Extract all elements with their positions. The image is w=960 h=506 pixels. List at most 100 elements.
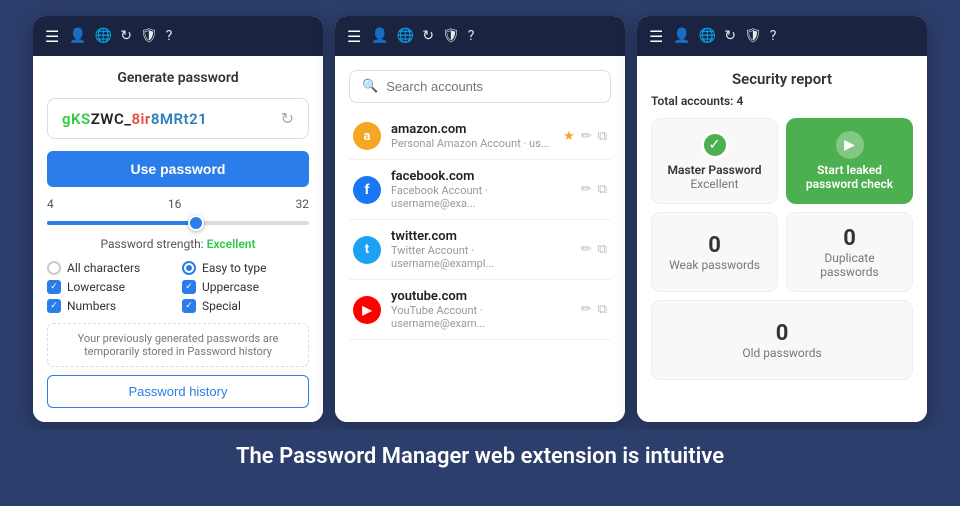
help-icon: ? [166, 28, 173, 44]
globe-icon-3: 🌐 [699, 28, 716, 44]
hamburger-icon-2[interactable]: ☰ [347, 27, 361, 46]
checkbox-lowercase[interactable]: ✓ [47, 280, 61, 294]
slider-track [47, 221, 309, 225]
facebook-copy-icon[interactable]: ⧉ [598, 182, 607, 197]
option-lowercase-label: Lowercase [67, 280, 125, 294]
option-numbers-label: Numbers [67, 299, 116, 313]
amazon-logo: a [353, 122, 381, 150]
total-accounts-value: 4 [736, 94, 743, 108]
facebook-info: facebook.com Facebook Account · username… [391, 169, 571, 210]
password-blue: 8MRt21 [151, 110, 207, 128]
master-password-sublabel: Excellent [690, 177, 738, 191]
facebook-edit-icon[interactable]: ✏ [581, 182, 592, 197]
account-item-facebook[interactable]: f facebook.com Facebook Account · userna… [349, 160, 611, 220]
password-strength: Password strength: Excellent [47, 237, 309, 251]
option-easy-to-type-label: Easy to type [202, 261, 267, 275]
total-accounts-label: Total accounts: [651, 94, 733, 108]
leaked-password-card[interactable]: ▶ Start leaked password check [786, 118, 913, 204]
user-icon: 👤 [69, 28, 86, 44]
checkbox-uppercase[interactable]: ✓ [182, 280, 196, 294]
panel2-header-icons: 👤 🌐 ↻ 🛡 ? [371, 28, 474, 44]
panel2-header: ☰ 👤 🌐 ↻ 🛡 ? [335, 16, 625, 56]
weak-passwords-card[interactable]: 0 Weak passwords [651, 212, 778, 292]
panel2-body: 🔍 a amazon.com Personal Amazon Account ·… [335, 56, 625, 422]
banner-text: The Password Manager web extension is in… [236, 444, 724, 469]
youtube-actions: ✏ ⧉ [581, 302, 607, 317]
option-all-characters[interactable]: All characters [47, 261, 174, 275]
option-uppercase[interactable]: ✓ Uppercase [182, 280, 309, 294]
password-history-button[interactable]: Password history [47, 375, 309, 408]
bottom-banner: The Password Manager web extension is in… [0, 430, 960, 483]
duplicate-count: 0 [843, 226, 856, 251]
youtube-logo: ▶ [353, 296, 381, 324]
amazon-edit-icon[interactable]: ✏ [581, 129, 592, 144]
youtube-edit-icon[interactable]: ✏ [581, 302, 592, 317]
total-accounts: Total accounts: 4 [651, 94, 913, 108]
youtube-info: youtube.com YouTube Account · username@e… [391, 289, 571, 330]
search-input[interactable] [386, 79, 598, 94]
youtube-detail: YouTube Account · username@exam... [391, 304, 571, 330]
youtube-copy-icon[interactable]: ⧉ [598, 302, 607, 317]
checkbox-numbers[interactable]: ✓ [47, 299, 61, 313]
account-item-twitter[interactable]: t twitter.com Twitter Account · username… [349, 220, 611, 280]
account-item-youtube[interactable]: ▶ youtube.com YouTube Account · username… [349, 280, 611, 340]
old-passwords-label: Old passwords [742, 346, 821, 360]
panel3-header-icons: 👤 🌐 ↻ 🛡 ? [673, 28, 776, 44]
old-passwords-card[interactable]: 0 Old passwords [651, 300, 913, 380]
panel1-header-icons: 👤 🌐 ↻ 🛡 ? [69, 28, 172, 44]
password-text: gKSZWC_8ir8MRt21 [62, 110, 207, 128]
use-password-button[interactable]: Use password [47, 151, 309, 187]
hamburger-icon-3[interactable]: ☰ [649, 27, 663, 46]
password-black1: ZWC_ [91, 110, 132, 128]
panel-security-report: ☰ 👤 🌐 ↻ 🛡 ? Security report Total accoun… [637, 16, 927, 422]
option-numbers[interactable]: ✓ Numbers [47, 299, 174, 313]
refresh-header-icon-2: ↻ [422, 28, 434, 44]
panel3-header: ☰ 👤 🌐 ↻ 🛡 ? [637, 16, 927, 56]
history-note: Your previously generated passwords are … [47, 323, 309, 367]
refresh-header-icon-3: ↻ [724, 28, 736, 44]
checkbox-special[interactable]: ✓ [182, 299, 196, 313]
amazon-info: amazon.com Personal Amazon Account · us.… [391, 122, 553, 150]
globe-icon: 🌐 [95, 28, 112, 44]
amazon-copy-icon[interactable]: ⧉ [598, 129, 607, 144]
length-slider[interactable] [47, 213, 309, 233]
option-uppercase-label: Uppercase [202, 280, 259, 294]
master-check-icon: ✓ [701, 131, 729, 159]
option-easy-to-type[interactable]: Easy to type [182, 261, 309, 275]
panel-search-accounts: ☰ 👤 🌐 ↻ 🛡 ? 🔍 a amazon.com [335, 16, 625, 422]
youtube-name: youtube.com [391, 289, 571, 304]
master-password-label: Master Password [668, 163, 762, 177]
twitter-name: twitter.com [391, 229, 571, 244]
security-title: Security report [651, 70, 913, 88]
hamburger-icon[interactable]: ☰ [45, 27, 59, 46]
twitter-copy-icon[interactable]: ⧉ [598, 242, 607, 257]
facebook-logo: f [353, 176, 381, 204]
radio-easy-to-type[interactable] [182, 261, 196, 275]
amazon-actions: ★ ✏ ⧉ [563, 129, 607, 144]
option-special[interactable]: ✓ Special [182, 299, 309, 313]
radio-all-characters[interactable] [47, 261, 61, 275]
length-scale: 4 16 32 [47, 197, 309, 211]
panel1-body: Generate password gKSZWC_8ir8MRt21 ↻ Use… [33, 56, 323, 422]
option-lowercase[interactable]: ✓ Lowercase [47, 280, 174, 294]
account-item-amazon[interactable]: a amazon.com Personal Amazon Account · u… [349, 113, 611, 160]
refresh-header-icon: ↻ [120, 28, 132, 44]
master-password-card[interactable]: ✓ Master Password Excellent [651, 118, 778, 204]
amazon-star-icon[interactable]: ★ [563, 129, 575, 144]
password-refresh-icon[interactable]: ↻ [281, 109, 294, 128]
twitter-edit-icon[interactable]: ✏ [581, 242, 592, 257]
slider-thumb[interactable] [188, 215, 204, 231]
length-mid: 16 [168, 197, 182, 211]
twitter-detail: Twitter Account · username@exampl... [391, 244, 571, 270]
option-special-label: Special [202, 299, 241, 313]
security-grid: ✓ Master Password Excellent ▶ Start leak… [651, 118, 913, 380]
amazon-detail: Personal Amazon Account · us... [391, 137, 553, 150]
password-green: gKS [62, 110, 91, 128]
shield-icon-2: 🛡 [442, 28, 460, 44]
search-bar[interactable]: 🔍 [349, 70, 611, 103]
globe-icon-2: 🌐 [397, 28, 414, 44]
panel3-body: Security report Total accounts: 4 ✓ Mast… [637, 56, 927, 422]
options-grid: All characters Easy to type ✓ Lowercase … [47, 261, 309, 313]
leaked-play-icon: ▶ [836, 131, 864, 159]
duplicate-passwords-card[interactable]: 0 Duplicate passwords [786, 212, 913, 292]
